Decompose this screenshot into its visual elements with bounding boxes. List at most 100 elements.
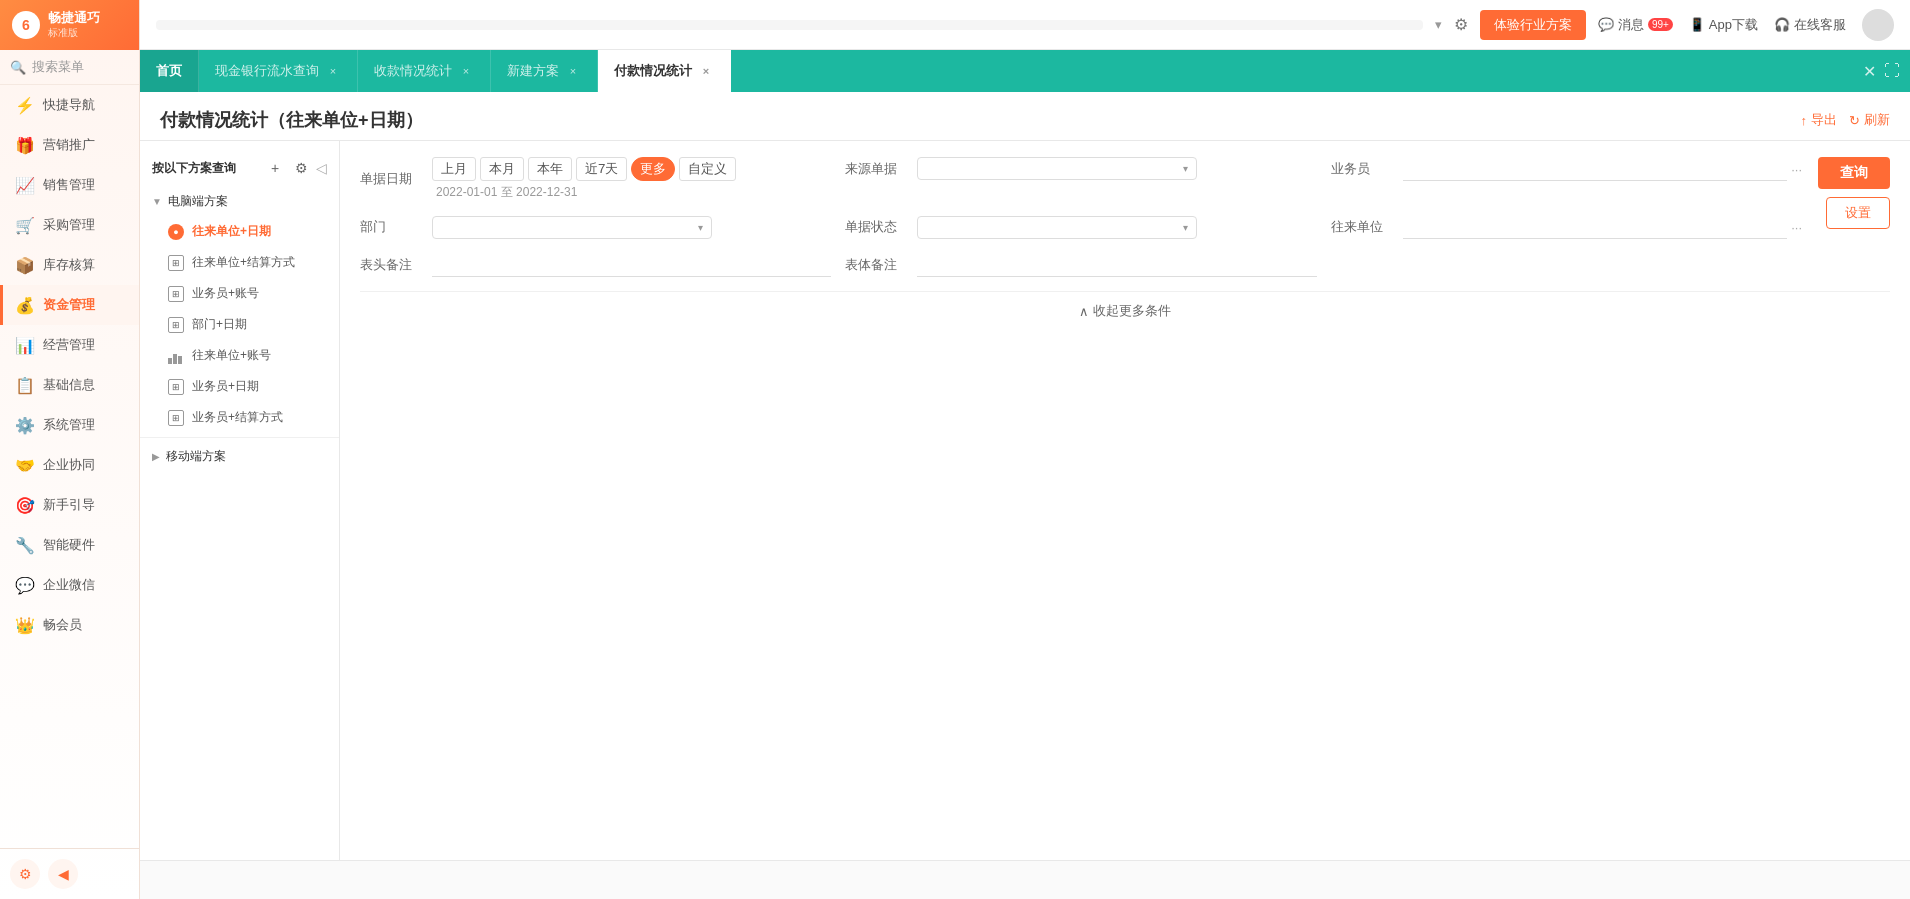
sidebar-logo: 6 畅捷通巧 标准版 — [0, 0, 139, 50]
collapse-more-btn[interactable]: ∧ 收起更多条件 — [360, 291, 1890, 330]
refresh-label: 刷新 — [1864, 111, 1890, 129]
sidebar-item-operations[interactable]: 📊 经营管理 — [0, 325, 139, 365]
date-this-month-btn[interactable]: 本月 — [480, 157, 524, 181]
scheme-item-counterpart-account[interactable]: 往来单位+账号 — [140, 340, 339, 371]
filter-col-source: 来源单据 ▾ — [845, 157, 1316, 180]
purchase-icon: 🛒 — [15, 215, 35, 235]
scheme-item-salesman-settlement[interactable]: ⊞ 业务员+结算方式 — [140, 402, 339, 433]
quick-nav-icon: ⚡ — [15, 95, 35, 115]
sidebar-item-finance[interactable]: 💰 资金管理 — [0, 285, 139, 325]
scheme-item-label: 业务员+结算方式 — [192, 409, 283, 426]
sidebar-item-member[interactable]: 👑 畅会员 — [0, 605, 139, 645]
header-note-input[interactable] — [432, 253, 831, 277]
salesman-dots[interactable]: ··· — [1791, 162, 1802, 177]
date-more-btn[interactable]: 更多 — [631, 157, 675, 181]
sidebar-item-purchase[interactable]: 🛒 采购管理 — [0, 205, 139, 245]
counterpart-input[interactable] — [1403, 215, 1788, 239]
scheme-collapse-btn[interactable]: ◁ — [316, 160, 327, 176]
pc-section-arrow: ▼ — [152, 196, 162, 207]
date-presets: 上月 本月 本年 近7天 更多 自定义 — [432, 157, 831, 181]
collapse-label: 收起更多条件 — [1093, 302, 1171, 320]
sales-icon: 📈 — [15, 175, 35, 195]
sidebar-item-system[interactable]: ⚙️ 系统管理 — [0, 405, 139, 445]
scheme-item-counterpart-settlement[interactable]: ⊞ 往来单位+结算方式 — [140, 247, 339, 278]
sidebar-item-quick-nav[interactable]: ⚡ 快捷导航 — [0, 85, 139, 125]
sidebar-item-guide[interactable]: 🎯 新手引导 — [0, 485, 139, 525]
header-chevron-icon[interactable]: ▾ — [1435, 17, 1442, 32]
date-last-month-btn[interactable]: 上月 — [432, 157, 476, 181]
tab-home[interactable]: 首页 — [140, 50, 199, 92]
cashflow-tab-close[interactable]: × — [325, 63, 341, 79]
export-btn[interactable]: ↑ 导出 — [1801, 111, 1838, 129]
sidebar-item-label: 基础信息 — [43, 376, 95, 394]
date-this-year-btn[interactable]: 本年 — [528, 157, 572, 181]
salesman-input[interactable] — [1403, 157, 1788, 181]
scheme-item-counterpart-date[interactable]: ● 往来单位+日期 — [140, 216, 339, 247]
tab-cashflow[interactable]: 现金银行流水查询 × — [199, 50, 358, 92]
notification-btn[interactable]: 💬 消息 99+ — [1598, 16, 1673, 34]
scheme-item-salesman-date[interactable]: ⊞ 业务员+日期 — [140, 371, 339, 402]
scheme-item-label: 往来单位+日期 — [192, 223, 271, 240]
sidebar-item-label: 营销推广 — [43, 136, 95, 154]
scheme-item-dept-date[interactable]: ⊞ 部门+日期 — [140, 309, 339, 340]
online-service-btn[interactable]: 🎧 在线客服 — [1774, 16, 1846, 34]
enterprise-icon: 🤝 — [15, 455, 35, 475]
tab-close-all-btn[interactable]: ✕ — [1863, 62, 1876, 81]
export-icon: ↑ — [1801, 113, 1808, 128]
receipts-tab-label: 收款情况统计 — [374, 62, 452, 80]
tab-payments[interactable]: 付款情况统计 × — [598, 50, 731, 92]
user-avatar[interactable] — [1862, 9, 1894, 41]
sidebar-collapse-btn[interactable]: ◀ — [48, 859, 78, 889]
date-7days-btn[interactable]: 近7天 — [576, 157, 627, 181]
sidebar-item-label: 智能硬件 — [43, 536, 95, 554]
header-settings-btn[interactable]: ⚙ — [1454, 15, 1468, 34]
mobile-section-label: 移动端方案 — [166, 448, 226, 465]
dept-select[interactable]: ▾ — [432, 216, 712, 239]
sidebar-item-basic[interactable]: 📋 基础信息 — [0, 365, 139, 405]
sidebar-item-hardware[interactable]: 🔧 智能硬件 — [0, 525, 139, 565]
scheme-panel-actions: + ⚙ ◁ — [264, 157, 327, 179]
scheme-add-btn[interactable]: + — [264, 157, 286, 179]
page-title: 付款情况统计（往来单位+日期） — [160, 108, 423, 132]
sidebar-item-sales[interactable]: 📈 销售管理 — [0, 165, 139, 205]
query-btn[interactable]: 查询 — [1818, 157, 1890, 189]
logo-text: 畅捷通巧 — [48, 10, 100, 26]
payments-tab-close[interactable]: × — [698, 63, 714, 79]
marketing-icon: 🎁 — [15, 135, 35, 155]
sidebar-nav: ⚡ 快捷导航 🎁 营销推广 📈 销售管理 🛒 采购管理 📦 库存核算 💰 资金管… — [0, 85, 139, 848]
refresh-btn[interactable]: ↻ 刷新 — [1849, 111, 1890, 129]
counterpart-dots[interactable]: ··· — [1791, 220, 1802, 235]
filter-col-salesman: 业务员 ··· — [1331, 157, 1802, 181]
scheme-item-salesman-account[interactable]: ⊞ 业务员+账号 — [140, 278, 339, 309]
sidebar-item-inventory[interactable]: 📦 库存核算 — [0, 245, 139, 285]
sidebar-item-wechat[interactable]: 💬 企业微信 — [0, 565, 139, 605]
table-icon: ⊞ — [168, 379, 184, 395]
receipts-tab-close[interactable]: × — [458, 63, 474, 79]
app-download-btn[interactable]: 📱 App下载 — [1689, 16, 1758, 34]
tab-receipts[interactable]: 收款情况统计 × — [358, 50, 491, 92]
hardware-icon: 🔧 — [15, 535, 35, 555]
date-custom-btn[interactable]: 自定义 — [679, 157, 736, 181]
tab-expand-btn[interactable]: ⛶ — [1884, 62, 1900, 80]
header-actions: 💬 消息 99+ 📱 App下载 🎧 在线客服 — [1598, 9, 1894, 41]
mobile-section-title[interactable]: ▶ 移动端方案 — [140, 442, 339, 471]
tab-new-scheme[interactable]: 新建方案 × — [491, 50, 598, 92]
logo-sub: 标准版 — [48, 26, 100, 40]
sidebar-item-enterprise[interactable]: 🤝 企业协同 — [0, 445, 139, 485]
search-menu[interactable]: 🔍 搜索菜单 — [0, 50, 139, 85]
body-area: 按以下方案查询 + ⚙ ◁ ▼ 电脑端方案 ● 往来单位+日期 — [140, 141, 1910, 860]
body-note-input[interactable] — [917, 253, 1316, 277]
sidebar-item-label: 企业协同 — [43, 456, 95, 474]
sidebar-item-marketing[interactable]: 🎁 营销推广 — [0, 125, 139, 165]
pc-section-label: 电脑端方案 — [168, 193, 228, 210]
sidebar-settings-btn[interactable]: ⚙ — [10, 859, 40, 889]
new-scheme-tab-close[interactable]: × — [565, 63, 581, 79]
search-icon: 🔍 — [10, 60, 26, 75]
pc-section-title[interactable]: ▼ 电脑端方案 — [140, 187, 339, 216]
sidebar-item-label: 采购管理 — [43, 216, 95, 234]
filter-settings-btn[interactable]: 设置 — [1826, 197, 1890, 229]
industry-scheme-btn[interactable]: 体验行业方案 — [1480, 10, 1586, 40]
voucher-status-select[interactable]: ▾ — [917, 216, 1197, 239]
scheme-settings-btn[interactable]: ⚙ — [290, 157, 312, 179]
source-select[interactable]: ▾ — [917, 157, 1197, 180]
